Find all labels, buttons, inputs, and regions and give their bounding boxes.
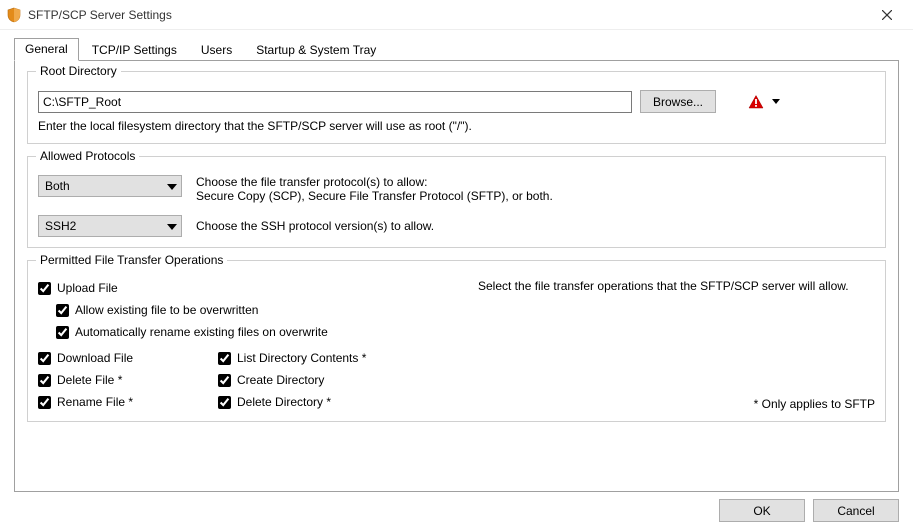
titlebar: SFTP/SCP Server Settings xyxy=(0,0,913,30)
close-icon xyxy=(882,10,892,20)
chevron-down-icon xyxy=(167,219,177,233)
group-ops-legend: Permitted File Transfer Operations xyxy=(36,253,227,267)
delete-file-checkbox[interactable]: Delete File * xyxy=(38,371,218,389)
delete-dir-checkbox[interactable]: Delete Directory * xyxy=(218,393,428,411)
upload-file-input[interactable] xyxy=(38,282,51,295)
ssh-protocol-value: SSH2 xyxy=(45,219,76,233)
cancel-button[interactable]: Cancel xyxy=(813,499,899,522)
upload-file-label: Upload File xyxy=(57,281,118,295)
tab-startup[interactable]: Startup & System Tray xyxy=(245,39,387,61)
chevron-down-icon xyxy=(167,179,177,193)
chevron-down-icon xyxy=(772,99,780,105)
tab-users[interactable]: Users xyxy=(190,39,243,61)
transfer-protocol-value: Both xyxy=(45,179,70,193)
tab-tcpip[interactable]: TCP/IP Settings xyxy=(81,39,188,61)
list-dir-input[interactable] xyxy=(218,352,231,365)
tab-general[interactable]: General xyxy=(14,38,79,61)
transfer-protocol-hint-line1: Choose the file transfer protocol(s) to … xyxy=(196,175,553,189)
tab-general-label: General xyxy=(25,42,68,56)
rename-file-label: Rename File * xyxy=(57,395,133,409)
delete-dir-input[interactable] xyxy=(218,396,231,409)
delete-file-label: Delete File * xyxy=(57,373,122,387)
allow-overwrite-input[interactable] xyxy=(56,304,69,317)
download-file-checkbox[interactable]: Download File xyxy=(38,349,218,367)
list-dir-checkbox[interactable]: List Directory Contents * xyxy=(218,349,428,367)
upload-file-checkbox[interactable]: Upload File xyxy=(38,279,478,297)
transfer-protocol-hint-line2: Secure Copy (SCP), Secure File Transfer … xyxy=(196,189,553,203)
create-dir-input[interactable] xyxy=(218,374,231,387)
create-dir-label: Create Directory xyxy=(237,373,324,387)
group-root-legend: Root Directory xyxy=(36,64,121,78)
rename-file-checkbox[interactable]: Rename File * xyxy=(38,393,218,411)
delete-file-input[interactable] xyxy=(38,374,51,387)
ok-button[interactable]: OK xyxy=(719,499,805,522)
browse-button[interactable]: Browse... xyxy=(640,90,716,113)
download-file-label: Download File xyxy=(57,351,133,365)
root-path-input[interactable] xyxy=(38,91,632,113)
rename-file-input[interactable] xyxy=(38,396,51,409)
tab-users-label: Users xyxy=(201,43,232,57)
allow-overwrite-checkbox[interactable]: Allow existing file to be overwritten xyxy=(56,301,478,319)
auto-rename-checkbox[interactable]: Automatically rename existing files on o… xyxy=(56,323,478,341)
ops-side-hint: Select the file transfer operations that… xyxy=(478,279,875,341)
delete-dir-label: Delete Directory * xyxy=(237,395,331,409)
tab-row: General TCP/IP Settings Users Startup & … xyxy=(14,38,899,60)
tab-general-panel: Root Directory Browse... Enter the local… xyxy=(14,60,899,492)
warning-icon xyxy=(748,94,764,110)
group-protocols-legend: Allowed Protocols xyxy=(36,149,139,163)
dialog-buttons: OK Cancel xyxy=(719,499,899,522)
ops-footnote: * Only applies to SFTP xyxy=(428,397,875,411)
tab-tcpip-label: TCP/IP Settings xyxy=(92,43,177,57)
group-allowed-protocols: Allowed Protocols Both Choose the file t… xyxy=(27,156,886,248)
root-hint: Enter the local filesystem directory tha… xyxy=(38,119,875,133)
auto-rename-input[interactable] xyxy=(56,326,69,339)
ssh-protocol-dropdown[interactable]: SSH2 xyxy=(38,215,182,237)
ssh-protocol-hint: Choose the SSH protocol version(s) to al… xyxy=(196,219,434,233)
warning-dropdown[interactable] xyxy=(772,99,780,105)
transfer-protocol-dropdown[interactable]: Both xyxy=(38,175,182,197)
auto-rename-label: Automatically rename existing files on o… xyxy=(75,325,328,339)
group-permitted-ops: Permitted File Transfer Operations Uploa… xyxy=(27,260,886,422)
create-dir-checkbox[interactable]: Create Directory xyxy=(218,371,428,389)
tab-startup-label: Startup & System Tray xyxy=(256,43,376,57)
group-root-directory: Root Directory Browse... Enter the local… xyxy=(27,71,886,144)
list-dir-label: List Directory Contents * xyxy=(237,351,366,365)
window-title: SFTP/SCP Server Settings xyxy=(28,8,865,22)
allow-overwrite-label: Allow existing file to be overwritten xyxy=(75,303,258,317)
download-file-input[interactable] xyxy=(38,352,51,365)
window-close-button[interactable] xyxy=(865,0,909,30)
app-icon xyxy=(6,7,22,23)
